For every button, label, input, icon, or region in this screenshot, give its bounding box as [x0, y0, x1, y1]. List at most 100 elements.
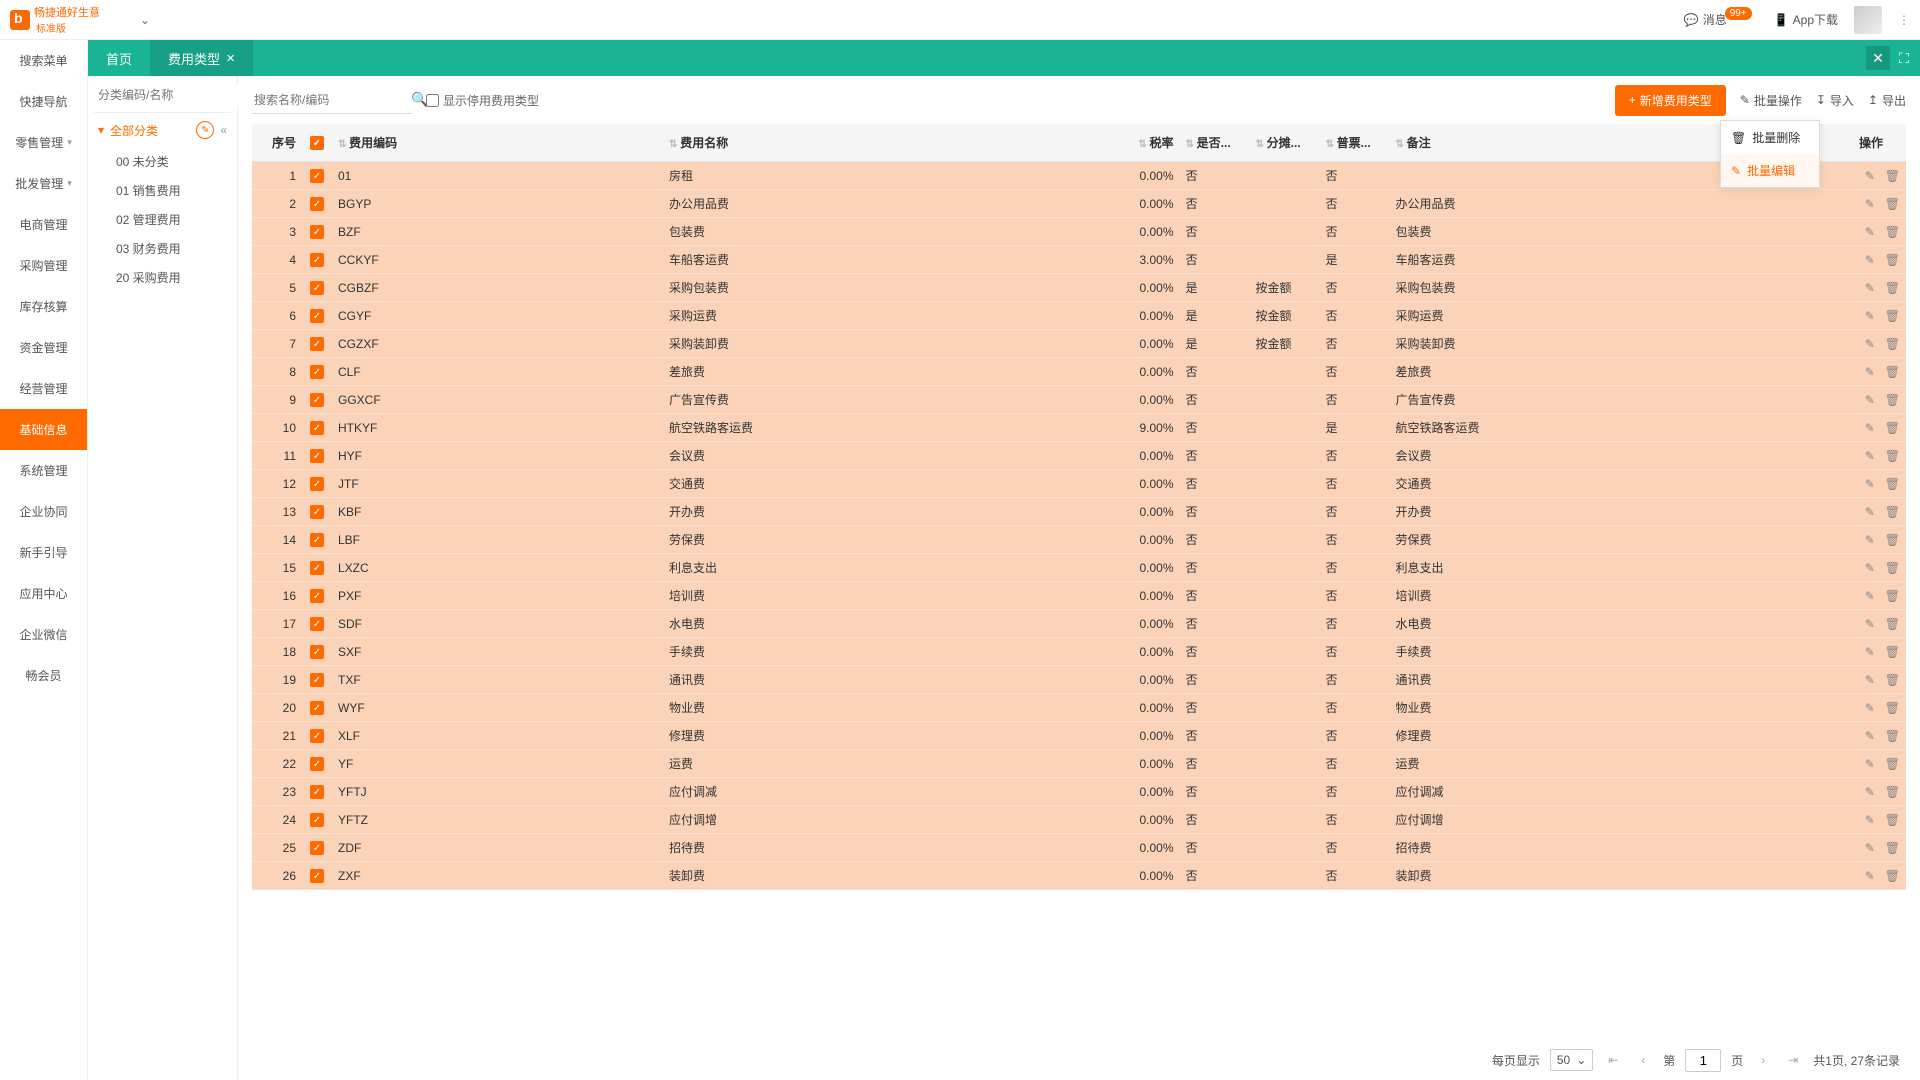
- row-delete-icon[interactable]: 🗑: [1885, 477, 1900, 491]
- row-delete-icon[interactable]: 🗑: [1885, 449, 1900, 463]
- page-input[interactable]: [1685, 1049, 1721, 1072]
- table-row[interactable]: 13 ✓ KBF 开办费 0.00% 否 否 开办费 ✎ 🗑: [252, 498, 1906, 526]
- row-edit-icon[interactable]: ✎: [1865, 421, 1875, 435]
- sidebar-item-6[interactable]: 库存核算: [0, 286, 87, 327]
- row-delete-icon[interactable]: 🗑: [1885, 561, 1900, 575]
- row-delete-icon[interactable]: 🗑: [1885, 729, 1900, 743]
- row-delete-icon[interactable]: 🗑: [1885, 701, 1900, 715]
- app-download-button[interactable]: 📱 App下载: [1774, 11, 1838, 28]
- row-checkbox[interactable]: ✓: [310, 645, 324, 659]
- row-checkbox[interactable]: ✓: [310, 225, 324, 239]
- col-checkbox[interactable]: ✓: [302, 124, 332, 162]
- sidebar-item-12[interactable]: 新手引导: [0, 532, 87, 573]
- row-checkbox[interactable]: ✓: [310, 253, 324, 267]
- row-edit-icon[interactable]: ✎: [1865, 281, 1875, 295]
- table-row[interactable]: 1 ✓ 01 房租 0.00% 否 否 ✎ 🗑: [252, 162, 1906, 190]
- row-checkbox[interactable]: ✓: [310, 533, 324, 547]
- more-icon[interactable]: ⋮: [1898, 13, 1910, 27]
- table-row[interactable]: 21 ✓ XLF 修理费 0.00% 否 否 修理费 ✎ 🗑: [252, 722, 1906, 750]
- table-row[interactable]: 24 ✓ YFTZ 应付调增 0.00% 否 否 应付调增 ✎ 🗑: [252, 806, 1906, 834]
- table-row[interactable]: 3 ✓ BZF 包装费 0.00% 否 否 包装费 ✎ 🗑: [252, 218, 1906, 246]
- table-row[interactable]: 17 ✓ SDF 水电费 0.00% 否 否 水电费 ✎ 🗑: [252, 610, 1906, 638]
- category-item-4[interactable]: 20 采购费用: [112, 263, 231, 292]
- row-checkbox[interactable]: ✓: [310, 477, 324, 491]
- table-row[interactable]: 11 ✓ HYF 会议费 0.00% 否 否 会议费 ✎ 🗑: [252, 442, 1906, 470]
- row-delete-icon[interactable]: 🗑: [1885, 421, 1900, 435]
- show-disabled-checkbox[interactable]: 显示停用费用类型: [426, 92, 539, 109]
- table-row[interactable]: 4 ✓ CCKYF 车船客运费 3.00% 否 是 车船客运费 ✎ 🗑: [252, 246, 1906, 274]
- messages-button[interactable]: 💬 消息 99+: [1684, 11, 1758, 28]
- row-delete-icon[interactable]: 🗑: [1885, 365, 1900, 379]
- row-edit-icon[interactable]: ✎: [1865, 673, 1875, 687]
- sidebar-item-7[interactable]: 资金管理: [0, 327, 87, 368]
- row-edit-icon[interactable]: ✎: [1865, 309, 1875, 323]
- row-delete-icon[interactable]: 🗑: [1885, 393, 1900, 407]
- table-row[interactable]: 10 ✓ HTKYF 航空铁路客运费 9.00% 否 是 航空铁路客运费 ✎ 🗑: [252, 414, 1906, 442]
- table-row[interactable]: 20 ✓ WYF 物业费 0.00% 否 否 物业费 ✎ 🗑: [252, 694, 1906, 722]
- row-edit-icon[interactable]: ✎: [1865, 729, 1875, 743]
- page-size-select[interactable]: 50 ⌄: [1550, 1049, 1593, 1071]
- row-delete-icon[interactable]: 🗑: [1885, 841, 1900, 855]
- row-delete-icon[interactable]: 🗑: [1885, 673, 1900, 687]
- row-delete-icon[interactable]: 🗑: [1885, 281, 1900, 295]
- col-ops[interactable]: 操作: [1836, 124, 1906, 162]
- row-checkbox[interactable]: ✓: [310, 785, 324, 799]
- import-button[interactable]: ↧ 导入: [1816, 92, 1854, 109]
- row-edit-icon[interactable]: ✎: [1865, 253, 1875, 267]
- row-checkbox[interactable]: ✓: [310, 561, 324, 575]
- category-item-3[interactable]: 03 财务费用: [112, 234, 231, 263]
- row-checkbox[interactable]: ✓: [310, 337, 324, 351]
- row-checkbox[interactable]: ✓: [310, 729, 324, 743]
- row-checkbox[interactable]: ✓: [310, 701, 324, 715]
- row-delete-icon[interactable]: 🗑: [1885, 645, 1900, 659]
- tab-close-button[interactable]: ✕: [1866, 46, 1890, 70]
- row-delete-icon[interactable]: 🗑: [1885, 337, 1900, 351]
- sidebar-item-0[interactable]: 搜索菜单: [0, 40, 87, 81]
- row-checkbox[interactable]: ✓: [310, 169, 324, 183]
- sidebar-item-11[interactable]: 企业协同: [0, 491, 87, 532]
- row-delete-icon[interactable]: 🗑: [1885, 869, 1900, 883]
- col-code[interactable]: 费用编码: [332, 124, 663, 162]
- sidebar-item-4[interactable]: 电商管理: [0, 204, 87, 245]
- category-item-0[interactable]: 00 未分类: [112, 147, 231, 176]
- col-name[interactable]: 费用名称: [663, 124, 1109, 162]
- table-row[interactable]: 6 ✓ CGYF 采购运费 0.00% 是 按金额 否 采购运费 ✎ 🗑: [252, 302, 1906, 330]
- col-rate[interactable]: 税率: [1110, 124, 1180, 162]
- row-edit-icon[interactable]: ✎: [1865, 393, 1875, 407]
- row-edit-icon[interactable]: ✎: [1865, 841, 1875, 855]
- row-edit-icon[interactable]: ✎: [1865, 869, 1875, 883]
- table-row[interactable]: 5 ✓ CGBZF 采购包装费 0.00% 是 按金额 否 采购包装费 ✎ 🗑: [252, 274, 1906, 302]
- export-button[interactable]: ↥ 导出: [1868, 92, 1906, 109]
- row-edit-icon[interactable]: ✎: [1865, 337, 1875, 351]
- category-collapse-button[interactable]: «: [220, 123, 227, 137]
- sidebar-item-10[interactable]: 系统管理: [0, 450, 87, 491]
- sidebar-item-3[interactable]: 批发管理▾: [0, 163, 87, 204]
- row-edit-icon[interactable]: ✎: [1865, 197, 1875, 211]
- table-row[interactable]: 23 ✓ YFTJ 应付调减 0.00% 否 否 应付调减 ✎ 🗑: [252, 778, 1906, 806]
- row-edit-icon[interactable]: ✎: [1865, 617, 1875, 631]
- col-is1[interactable]: 是否...: [1180, 124, 1250, 162]
- row-edit-icon[interactable]: ✎: [1865, 365, 1875, 379]
- close-icon[interactable]: ✕: [226, 52, 235, 65]
- batch-delete-item[interactable]: 🗑 批量删除: [1721, 121, 1819, 154]
- row-checkbox[interactable]: ✓: [310, 309, 324, 323]
- row-checkbox[interactable]: ✓: [310, 393, 324, 407]
- row-edit-icon[interactable]: ✎: [1865, 505, 1875, 519]
- next-page-button[interactable]: ›: [1753, 1050, 1773, 1070]
- table-row[interactable]: 12 ✓ JTF 交通费 0.00% 否 否 交通费 ✎ 🗑: [252, 470, 1906, 498]
- table-row[interactable]: 25 ✓ ZDF 招待费 0.00% 否 否 招待费 ✎ 🗑: [252, 834, 1906, 862]
- sidebar-item-15[interactable]: 畅会员: [0, 655, 87, 696]
- table-row[interactable]: 18 ✓ SXF 手续费 0.00% 否 否 手续费 ✎ 🗑: [252, 638, 1906, 666]
- tab-1[interactable]: 费用类型✕: [150, 40, 253, 76]
- row-delete-icon[interactable]: 🗑: [1885, 785, 1900, 799]
- row-delete-icon[interactable]: 🗑: [1885, 225, 1900, 239]
- last-page-button[interactable]: ⇥: [1783, 1050, 1803, 1070]
- row-edit-icon[interactable]: ✎: [1865, 757, 1875, 771]
- row-checkbox[interactable]: ✓: [310, 421, 324, 435]
- row-checkbox[interactable]: ✓: [310, 869, 324, 883]
- sidebar-item-2[interactable]: 零售管理▾: [0, 122, 87, 163]
- table-row[interactable]: 15 ✓ LXZC 利息支出 0.00% 否 否 利息支出 ✎ 🗑: [252, 554, 1906, 582]
- table-row[interactable]: 9 ✓ GGXCF 广告宣传费 0.00% 否 否 广告宣传费 ✎ 🗑: [252, 386, 1906, 414]
- row-checkbox[interactable]: ✓: [310, 449, 324, 463]
- col-seq[interactable]: 序号: [252, 124, 302, 162]
